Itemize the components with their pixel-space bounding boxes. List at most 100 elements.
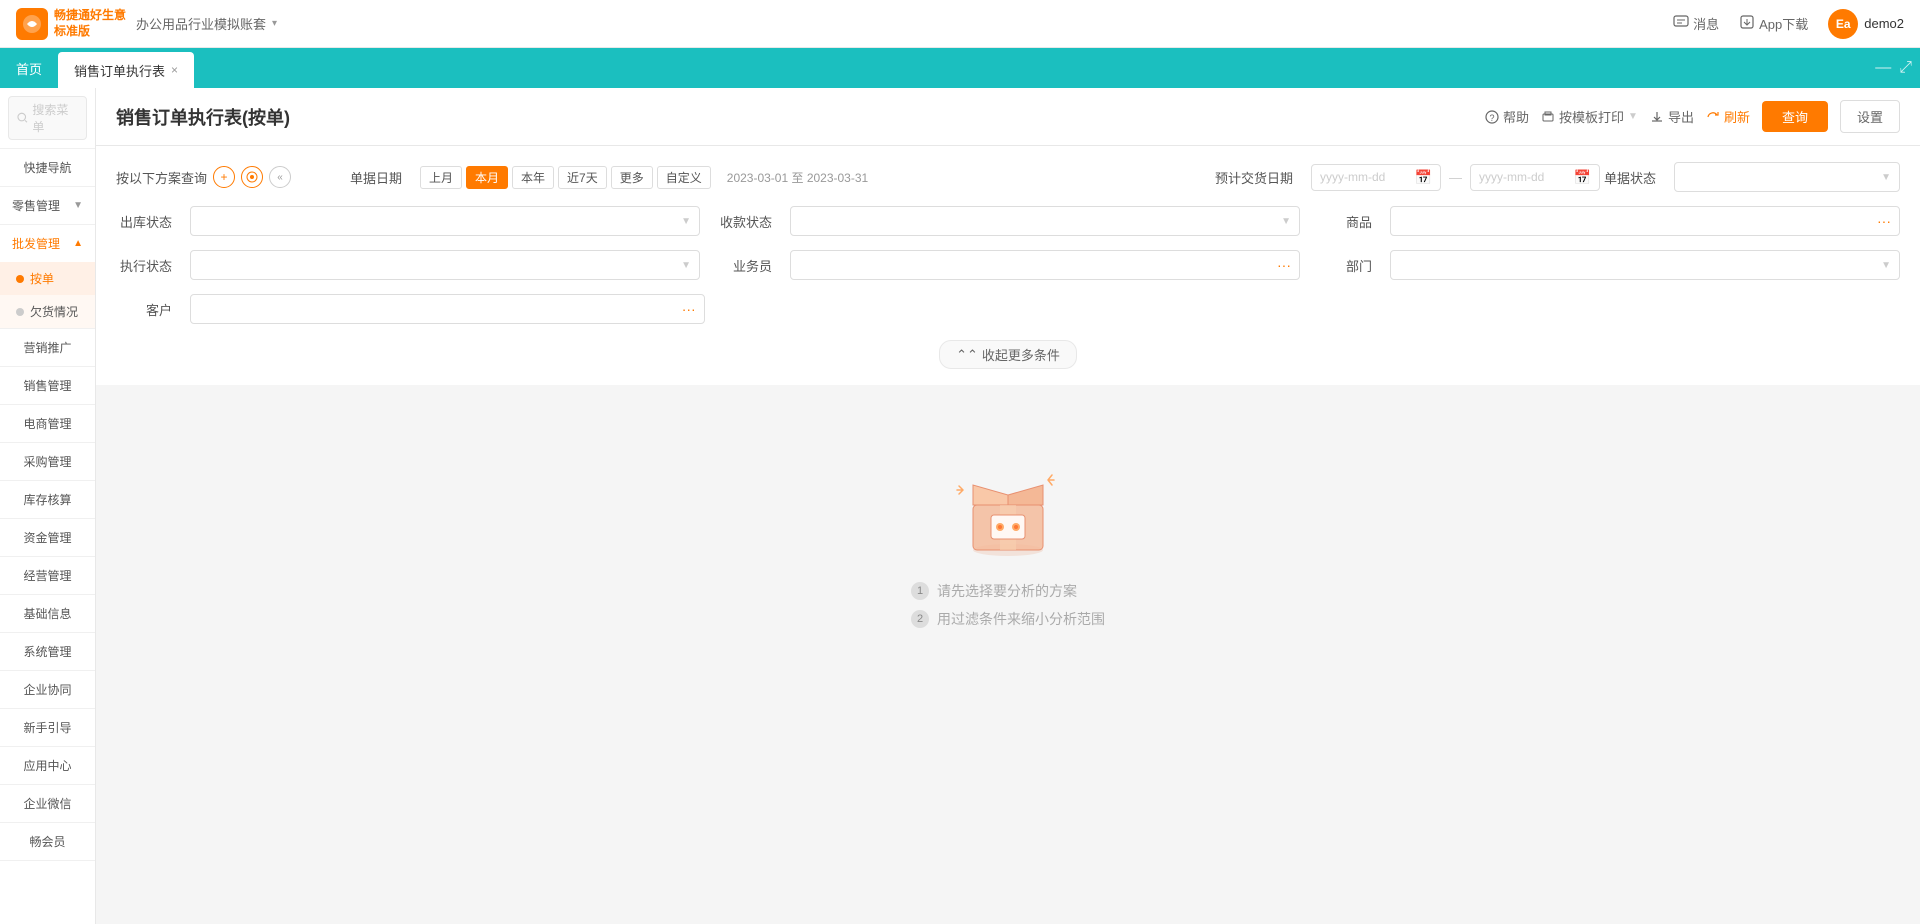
goods-ellipsis-icon: ··· xyxy=(1877,213,1891,229)
sidebar-item-retail[interactable]: 零售管理 ▼ xyxy=(0,187,95,225)
sidebar-item-basic-info[interactable]: 基础信息 xyxy=(0,595,95,633)
main-layout: 搜索菜单 快捷导航 零售管理 ▼ 批发管理 ▲ xyxy=(0,88,1920,924)
collect-status-dropdown[interactable]: ▼ xyxy=(790,206,1300,236)
sidebar-item-finance[interactable]: 资金管理 xyxy=(0,519,95,557)
sidebar-item-app-center[interactable]: 应用中心 xyxy=(0,747,95,785)
collapse-button[interactable]: ⌃⌃ 收起更多条件 xyxy=(939,340,1077,369)
out-status-dropdown[interactable]: ▼ xyxy=(190,206,700,236)
exec-status-group: 执行状态 ▼ xyxy=(116,250,700,280)
header-left: 畅捷通好生意 标准版 办公用品行业模拟账套 ▾ xyxy=(16,8,277,40)
exec-status-dropdown-icon: ▼ xyxy=(681,260,691,271)
inactive-indicator xyxy=(16,308,24,316)
tip-number-2: 2 xyxy=(911,610,929,628)
download-icon xyxy=(1739,14,1755,33)
collapse-more-area: ⌃⌃ 收起更多条件 xyxy=(116,332,1900,377)
sidebar-item-vip[interactable]: 畅会员 xyxy=(0,823,95,861)
breadcrumb-dropdown-icon[interactable]: ▾ xyxy=(272,18,277,29)
scheme-label: 按以下方案查询 xyxy=(116,168,207,187)
tab-sales-order[interactable]: 销售订单执行表 × xyxy=(58,52,194,88)
page-header: 销售订单执行表(按单) ? 帮助 按模板打印 ▼ 导出 xyxy=(96,88,1920,146)
sidebar-item-wholesale: 批发管理 ▲ 按单 欠货情况 xyxy=(0,225,95,329)
app-download-button[interactable]: App下载 xyxy=(1739,14,1808,33)
tab-close-icon[interactable]: × xyxy=(171,63,178,77)
dept-group: 部门 ▼ xyxy=(1316,250,1900,280)
doc-status-label: 单据状态 xyxy=(1600,168,1656,187)
user-profile[interactable]: Ea demo2 xyxy=(1828,9,1904,39)
export-icon xyxy=(1650,110,1664,124)
scheme-edit-button[interactable] xyxy=(241,166,263,188)
calendar-end-icon: 📅 xyxy=(1574,169,1591,186)
doc-status-dropdown-icon: ▼ xyxy=(1881,172,1891,183)
search-icon xyxy=(17,112,28,124)
content-area: 销售订单执行表(按单) ? 帮助 按模板打印 ▼ 导出 xyxy=(96,88,1920,924)
customer-label: 客户 xyxy=(116,300,172,319)
sidebar-item-guide[interactable]: 新手引导 xyxy=(0,709,95,747)
date-btn-last-month[interactable]: 上月 xyxy=(420,166,462,189)
date-btn-more[interactable]: 更多 xyxy=(611,166,653,189)
help-button[interactable]: ? 帮助 xyxy=(1485,107,1529,126)
sidebar: 搜索菜单 快捷导航 零售管理 ▼ 批发管理 ▲ xyxy=(0,88,96,924)
logo-area: 畅捷通好生意 标准版 xyxy=(16,8,126,40)
tip-number-1: 1 xyxy=(911,582,929,600)
sidebar-item-operations[interactable]: 经营管理 xyxy=(0,557,95,595)
dept-dropdown[interactable]: ▼ xyxy=(1390,250,1900,280)
refresh-button[interactable]: 刷新 xyxy=(1706,107,1750,126)
message-button[interactable]: 消息 xyxy=(1673,14,1719,33)
dept-label: 部门 xyxy=(1316,256,1372,275)
scheme-add-button[interactable]: + xyxy=(213,166,235,188)
query-button[interactable]: 查询 xyxy=(1762,101,1828,132)
empty-state: 1 请先选择要分析的方案 2 用过滤条件来缩小分析范围 xyxy=(96,385,1920,709)
sidebar-item-marketing[interactable]: 营销推广 xyxy=(0,329,95,367)
date-btn-custom[interactable]: 自定义 xyxy=(657,166,711,189)
expected-date-start[interactable]: yyyy-mm-dd 📅 xyxy=(1311,164,1441,191)
sidebar-item-ecommerce[interactable]: 电商管理 xyxy=(0,405,95,443)
goods-label: 商品 xyxy=(1316,212,1372,231)
filter-row-1: 按以下方案查询 + « 单据日期 xyxy=(116,162,1900,192)
sidebar-item-purchase[interactable]: 采购管理 xyxy=(0,443,95,481)
goods-group: 商品 ··· xyxy=(1316,206,1900,236)
tab-home[interactable]: 首页 xyxy=(0,48,58,88)
tab-bar-actions: — ⤢ xyxy=(1875,48,1920,88)
sidebar-item-enterprise[interactable]: 企业协同 xyxy=(0,671,95,709)
top-header: 畅捷通好生意 标准版 办公用品行业模拟账套 ▾ 消息 xyxy=(0,0,1920,48)
customer-selector[interactable]: ··· xyxy=(190,294,705,324)
salesman-group: 业务员 ··· xyxy=(716,250,1300,280)
out-status-group: 出库状态 ▼ xyxy=(116,206,700,236)
header-right: 消息 App下载 Ea demo2 xyxy=(1673,9,1904,39)
salesman-selector[interactable]: ··· xyxy=(790,250,1300,280)
collect-status-dropdown-icon: ▼ xyxy=(1281,216,1291,227)
sidebar-item-quick-nav[interactable]: 快捷导航 xyxy=(0,149,95,187)
sidebar-item-sales[interactable]: 销售管理 xyxy=(0,367,95,405)
goods-selector[interactable]: ··· xyxy=(1390,206,1900,236)
logo-text: 畅捷通好生意 标准版 xyxy=(54,8,126,39)
svg-text:?: ? xyxy=(1489,113,1494,123)
sidebar-subitem-by-order[interactable]: 按单 xyxy=(0,262,95,295)
sidebar-subitem-shortage[interactable]: 欠货情况 xyxy=(0,295,95,328)
collect-status-label: 收款状态 xyxy=(716,212,772,231)
breadcrumb: 办公用品行业模拟账套 ▾ xyxy=(136,14,277,33)
collect-status-group: 收款状态 ▼ xyxy=(716,206,1300,236)
date-btn-this-month[interactable]: 本月 xyxy=(466,166,508,189)
tab-maximize-button[interactable]: ⤢ xyxy=(1899,59,1912,77)
expected-date-end-placeholder: yyyy-mm-dd xyxy=(1479,170,1544,184)
expected-date-end[interactable]: yyyy-mm-dd 📅 xyxy=(1470,164,1600,191)
calendar-start-icon: 📅 xyxy=(1415,169,1432,186)
date-btn-7days[interactable]: 近7天 xyxy=(558,166,607,189)
exec-status-dropdown[interactable]: ▼ xyxy=(190,250,700,280)
template-print-button[interactable]: 按模板打印 ▼ xyxy=(1541,107,1638,126)
tab-bar: 首页 销售订单执行表 × — ⤢ xyxy=(0,48,1920,88)
sidebar-item-system[interactable]: 系统管理 xyxy=(0,633,95,671)
collapse-up-icon: ⌃⌃ xyxy=(956,347,978,363)
doc-status-dropdown[interactable]: ▼ xyxy=(1674,162,1900,192)
sidebar-search[interactable]: 搜索菜单 xyxy=(8,96,87,140)
out-status-label: 出库状态 xyxy=(116,212,172,231)
print-dropdown-icon: ▼ xyxy=(1628,111,1638,122)
empty-illustration xyxy=(948,465,1068,565)
export-button[interactable]: 导出 xyxy=(1650,107,1694,126)
sidebar-item-wechat[interactable]: 企业微信 xyxy=(0,785,95,823)
date-btn-this-year[interactable]: 本年 xyxy=(512,166,554,189)
scheme-collapse-button[interactable]: « xyxy=(269,166,291,188)
settings-button[interactable]: 设置 xyxy=(1840,100,1900,133)
tab-minimize-button[interactable]: — xyxy=(1875,59,1891,77)
sidebar-item-inventory[interactable]: 库存核算 xyxy=(0,481,95,519)
